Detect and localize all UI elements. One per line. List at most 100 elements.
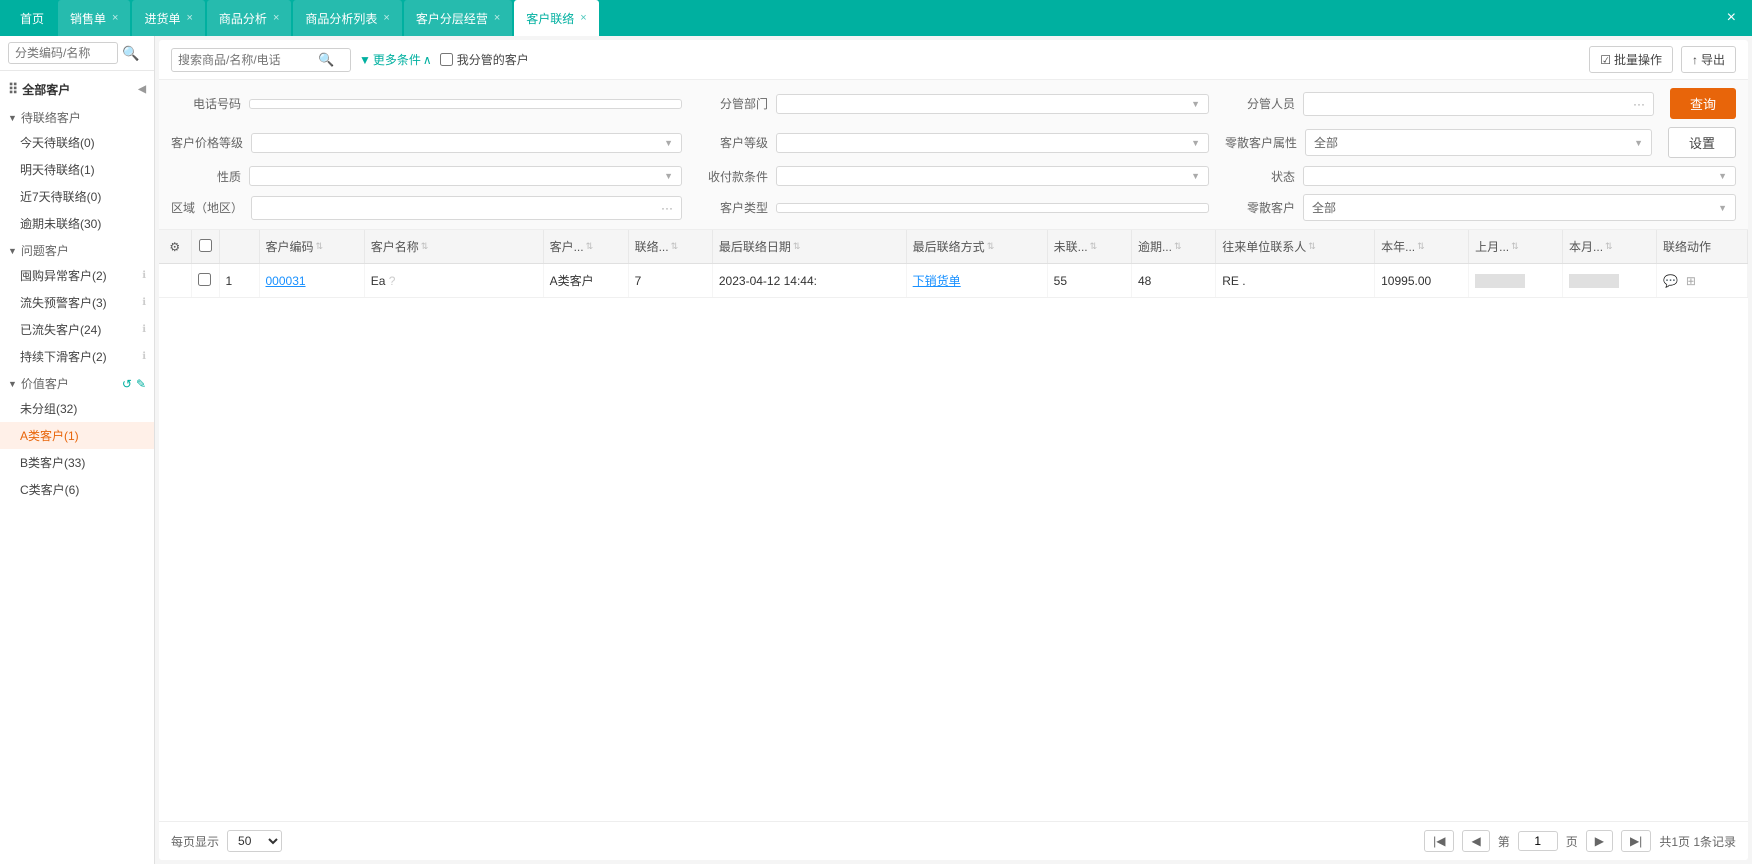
sidebar-item-churned[interactable]: 已流失客户(24) ℹ [0, 316, 154, 343]
overdue-sort-icon[interactable]: ⇅ [1174, 241, 1182, 252]
customer-level-select[interactable]: ▼ [776, 133, 1209, 153]
filter-search-icon[interactable]: 🔍 [318, 52, 334, 68]
code-sort-icon[interactable]: ⇅ [316, 241, 324, 252]
nav-tab-customer-contact[interactable]: 客户联络 × [514, 0, 598, 36]
this-year-column-header[interactable]: 本年... ⇅ [1375, 230, 1469, 264]
retail-select[interactable]: 全部 ▼ [1303, 194, 1736, 221]
all-customers-header[interactable]: ⠿ 全部客户 ◀ [0, 75, 154, 104]
last-method-sort-icon[interactable]: ⇅ [987, 241, 995, 252]
overdue-column-header[interactable]: 逾期... ⇅ [1131, 230, 1215, 264]
phone-input[interactable] [249, 99, 682, 109]
per-page-select[interactable]: 50 100 200 [227, 830, 282, 852]
my-customers-checkbox[interactable] [440, 53, 453, 66]
category-search-icon[interactable]: 🔍 [122, 45, 139, 62]
last-date-sort-icon[interactable]: ⇅ [793, 241, 801, 252]
sidebar-item-churn-warn[interactable]: 流失预警客户(3) ℹ [0, 289, 154, 316]
settings-button[interactable]: 设置 [1668, 127, 1736, 158]
sidebar-item-ungroup[interactable]: 未分组(32) [0, 395, 154, 422]
unit-contact-sort-icon[interactable]: ⇅ [1308, 241, 1316, 252]
manager-dots-icon[interactable]: ··· [1633, 97, 1645, 111]
hoarding-info-icon[interactable]: ℹ [142, 270, 146, 281]
next-page-button[interactable]: ▶ [1586, 830, 1613, 852]
churn-warn-info-icon[interactable]: ℹ [142, 297, 146, 308]
name-sort-icon[interactable]: ⇅ [421, 241, 429, 252]
region-dots-icon[interactable]: ··· [661, 201, 673, 215]
my-customers-checkbox-area[interactable]: 我分管的客户 [440, 51, 529, 68]
window-close-icon[interactable]: × [1719, 9, 1744, 27]
this-year-sort-icon[interactable]: ⇅ [1417, 241, 1425, 252]
first-page-button[interactable]: |◀ [1424, 830, 1454, 852]
churned-info-icon[interactable]: ℹ [142, 324, 146, 335]
row-select-checkbox[interactable] [198, 273, 211, 286]
nav-tab-purchase[interactable]: 进货单 × [132, 0, 204, 36]
category-search-input[interactable] [8, 42, 118, 64]
contact-sort-icon[interactable]: ⇅ [671, 241, 679, 252]
close-customer-segment-icon[interactable]: × [494, 12, 500, 24]
status-select[interactable]: ▼ [1303, 166, 1736, 186]
last-method-column-header[interactable]: 最后联络方式 ⇅ [906, 230, 1047, 264]
nav-tab-goods-analysis[interactable]: 商品分析 × [207, 0, 291, 36]
checkbox-column-header[interactable] [191, 230, 219, 264]
last-month-column-header[interactable]: 上月... ⇅ [1469, 230, 1563, 264]
query-button[interactable]: 查询 [1670, 88, 1736, 119]
close-goods-analysis-icon[interactable]: × [273, 12, 279, 24]
dept-select[interactable]: ▼ [776, 94, 1209, 114]
row-checkbox[interactable] [191, 264, 219, 298]
no-contact-sort-icon[interactable]: ⇅ [1090, 241, 1098, 252]
sidebar-item-declining[interactable]: 持续下滑客户(2) ℹ [0, 343, 154, 370]
sidebar-item-hoarding[interactable]: 囤购异常客户(2) ℹ [0, 262, 154, 289]
select-all-checkbox[interactable] [199, 239, 212, 252]
close-sales-icon[interactable]: × [112, 12, 118, 24]
grid-action-icon[interactable]: ⊞ [1686, 274, 1696, 288]
price-level-select[interactable]: ▼ [251, 133, 682, 153]
gear-column-header[interactable]: ⚙ [159, 230, 191, 264]
value-refresh-icon[interactable]: ↺ [122, 377, 132, 391]
unit-contact-column-header[interactable]: 往来单位联系人 ⇅ [1216, 230, 1375, 264]
sidebar-item-a-class[interactable]: A类客户(1) [0, 422, 154, 449]
retail-attr-select[interactable]: 全部 ▼ [1305, 129, 1652, 156]
code-column-header[interactable]: 客户编码 ⇅ [259, 230, 364, 264]
customer-code-value[interactable]: 000031 [266, 274, 306, 288]
sidebar-section-value[interactable]: ▼ 价值客户 ↺ ✎ [0, 370, 154, 395]
nav-tab-customer-segment[interactable]: 客户分层经营 × [404, 0, 512, 36]
batch-ops-button[interactable]: ☑ 批量操作 [1589, 46, 1673, 73]
sidebar-item-b-class[interactable]: B类客户(33) [0, 449, 154, 476]
row-last-method[interactable]: 下销货单 [906, 264, 1047, 298]
filter-more-btn[interactable]: ▼ 更多条件 ∧ [359, 51, 432, 68]
close-purchase-icon[interactable]: × [186, 12, 192, 24]
sidebar-item-7days[interactable]: 近7天待联络(0) [0, 183, 154, 210]
declining-info-icon[interactable]: ℹ [142, 351, 146, 362]
nature-select[interactable]: ▼ [249, 166, 682, 186]
sidebar-item-today[interactable]: 今天待联络(0) [0, 129, 154, 156]
category-column-header[interactable]: 客户... ⇅ [543, 230, 628, 264]
export-button[interactable]: ↑ 导出 [1681, 46, 1736, 73]
prev-page-button[interactable]: ◀ [1462, 830, 1489, 852]
last-method-value[interactable]: 下销货单 [913, 274, 961, 288]
customer-type-input[interactable] [776, 203, 1209, 213]
sidebar-section-problem[interactable]: ▼ 问题客户 [0, 237, 154, 262]
this-month-column-header[interactable]: 本月... ⇅ [1563, 230, 1657, 264]
nav-tab-goods-list[interactable]: 商品分析列表 × [293, 0, 401, 36]
sidebar-item-tomorrow[interactable]: 明天待联络(1) [0, 156, 154, 183]
manager-input[interactable]: ··· [1303, 92, 1654, 116]
row-code[interactable]: 000031 [259, 264, 364, 298]
close-customer-contact-icon[interactable]: × [580, 12, 586, 24]
chat-action-icon[interactable]: 💬 [1663, 274, 1678, 288]
category-sort-icon[interactable]: ⇅ [586, 241, 594, 252]
nav-tab-home[interactable]: 首页 [8, 0, 56, 36]
sidebar-item-c-class[interactable]: C类客户(6) [0, 476, 154, 503]
sidebar-collapse-icon[interactable]: ◀ [138, 84, 146, 95]
value-edit-icon[interactable]: ✎ [136, 377, 146, 391]
last-month-sort-icon[interactable]: ⇅ [1511, 241, 1519, 252]
this-month-sort-icon[interactable]: ⇅ [1605, 241, 1613, 252]
filter-search-input[interactable] [178, 53, 318, 67]
nav-tab-sales[interactable]: 销售单 × [58, 0, 130, 36]
region-input[interactable]: ··· [251, 196, 682, 220]
payment-select[interactable]: ▼ [776, 166, 1209, 186]
sidebar-section-pending[interactable]: ▼ 待联络客户 [0, 104, 154, 129]
name-column-header[interactable]: 客户名称 ⇅ [364, 230, 543, 264]
no-contact-column-header[interactable]: 未联... ⇅ [1047, 230, 1131, 264]
last-date-column-header[interactable]: 最后联络日期 ⇅ [712, 230, 906, 264]
close-goods-list-icon[interactable]: × [383, 12, 389, 24]
sidebar-item-overdue[interactable]: 逾期未联络(30) [0, 210, 154, 237]
